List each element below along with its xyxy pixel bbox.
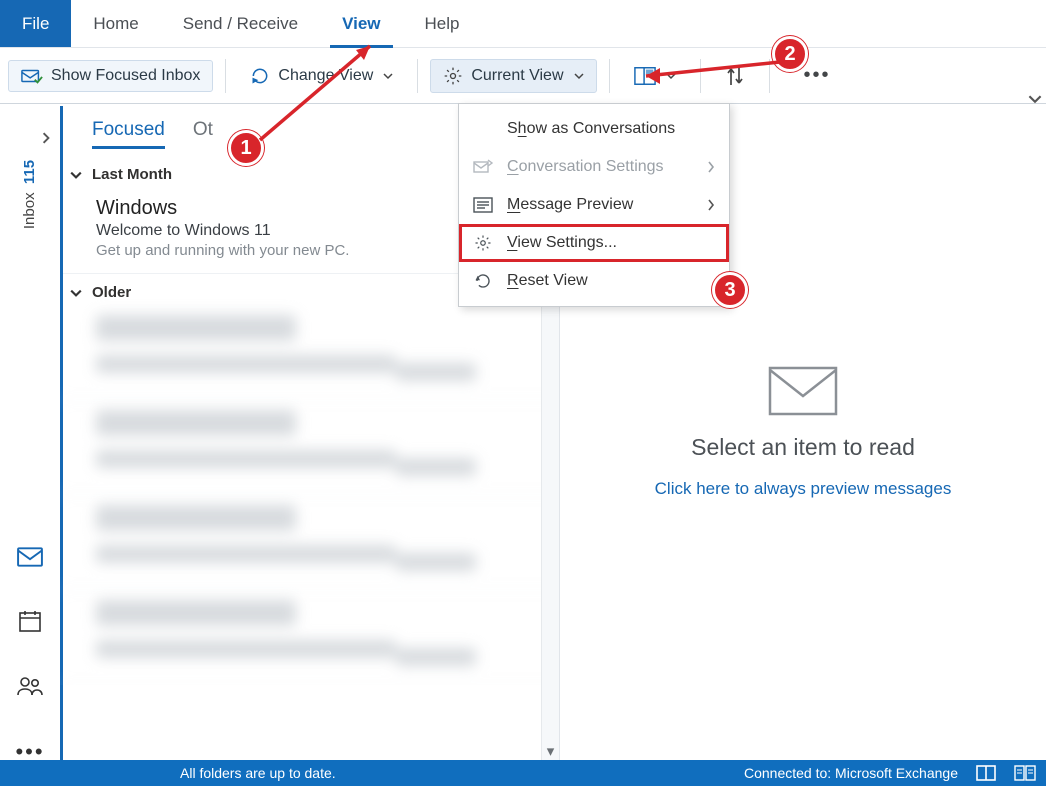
chevron-down-icon [574, 71, 584, 81]
group-label: Last Month [92, 166, 172, 183]
chevron-right-icon[interactable] [40, 132, 52, 144]
tab-file[interactable]: File [0, 0, 71, 47]
status-connected: Connected to: Microsoft Exchange [744, 765, 958, 781]
ribbon-separator [700, 59, 701, 93]
sort-button[interactable] [713, 59, 757, 93]
mail-icon[interactable] [17, 547, 43, 567]
menu-label: Message Preview [507, 196, 633, 214]
calendar-icon[interactable] [18, 609, 42, 633]
inbox-folder-label[interactable]: Inbox 115 [22, 160, 39, 229]
ribbon-view: Show Focused Inbox Change View Current V… [0, 48, 1046, 104]
ribbon-separator [769, 59, 770, 93]
current-view-button[interactable]: Current View [430, 59, 596, 93]
change-view-label: Change View [278, 67, 373, 85]
ribbon-separator [417, 59, 418, 93]
tab-send-receive[interactable]: Send / Receive [161, 0, 320, 47]
change-view-button[interactable]: Change View [238, 60, 405, 92]
undo-icon [473, 272, 493, 290]
show-focused-inbox-label: Show Focused Inbox [51, 67, 200, 85]
inbox-count: 115 [22, 160, 39, 184]
menu-label: Show as Conversations [507, 120, 675, 138]
layout-button[interactable] [622, 60, 688, 92]
chevron-right-icon [707, 161, 715, 173]
menu-tabs: File Home Send / Receive View Help [0, 0, 1046, 48]
menu-show-as-conversations[interactable]: Show as Conversations [459, 110, 729, 148]
current-view-label: Current View [471, 67, 563, 85]
ellipsis-icon: ••• [794, 64, 841, 87]
tab-help[interactable]: Help [403, 0, 482, 47]
tab-view[interactable]: View [320, 0, 402, 47]
menu-conversation-settings: Conversation Settings [459, 148, 729, 186]
preview-icon [473, 197, 493, 213]
chevron-down-icon [383, 71, 393, 81]
current-view-dropdown: Show as Conversations Conversation Setti… [458, 103, 730, 307]
envelope-check-icon [21, 67, 43, 85]
status-folders: All folders are up to date. [180, 765, 336, 781]
chevron-down-icon [70, 169, 82, 181]
menu-label: Reset View [507, 272, 588, 290]
tab-home[interactable]: Home [71, 0, 160, 47]
always-preview-link[interactable]: Click here to always preview messages [655, 479, 952, 499]
ribbon-more-button[interactable]: ••• [782, 58, 853, 93]
ribbon-separator [225, 59, 226, 93]
menu-label: Conversation Settings [507, 158, 664, 176]
view-reading-icon[interactable] [1014, 765, 1036, 781]
compact-nav: Inbox 115 ••• [0, 104, 60, 760]
chevron-right-icon [707, 199, 715, 211]
scroll-down-icon[interactable]: ▾ [542, 742, 559, 760]
conversation-icon [473, 159, 493, 175]
mail-item[interactable] [60, 400, 559, 495]
reading-headline: Select an item to read [691, 434, 915, 461]
tab-focused[interactable]: Focused [92, 119, 165, 141]
inbox-label: Inbox [22, 192, 39, 229]
menu-label: View Settings... [507, 234, 617, 252]
tab-other[interactable]: Other [193, 119, 213, 141]
show-focused-inbox-button[interactable]: Show Focused Inbox [8, 60, 213, 92]
sort-arrows-icon [725, 65, 745, 87]
group-label: Older [92, 284, 131, 301]
ribbon-separator [609, 59, 610, 93]
menu-reset-view[interactable]: Reset View [459, 262, 729, 300]
mail-item[interactable] [60, 305, 559, 400]
ribbon-collapse-icon[interactable] [1028, 92, 1042, 106]
people-icon[interactable] [17, 675, 43, 697]
menu-message-preview[interactable]: Message Preview [459, 186, 729, 224]
envelope-icon [768, 366, 838, 416]
chevron-down-icon [666, 71, 676, 81]
mail-item[interactable] [60, 495, 559, 590]
menu-view-settings[interactable]: View Settings... [459, 224, 729, 262]
layout-icon [634, 66, 656, 86]
status-bar: All folders are up to date. Connected to… [0, 760, 1046, 786]
refresh-icon [250, 66, 270, 86]
gear-icon [473, 234, 493, 252]
mail-item[interactable] [60, 590, 559, 685]
chevron-down-icon [70, 287, 82, 299]
view-normal-icon[interactable] [976, 765, 996, 781]
nav-more-button[interactable]: ••• [15, 739, 44, 765]
gear-icon [443, 66, 463, 86]
